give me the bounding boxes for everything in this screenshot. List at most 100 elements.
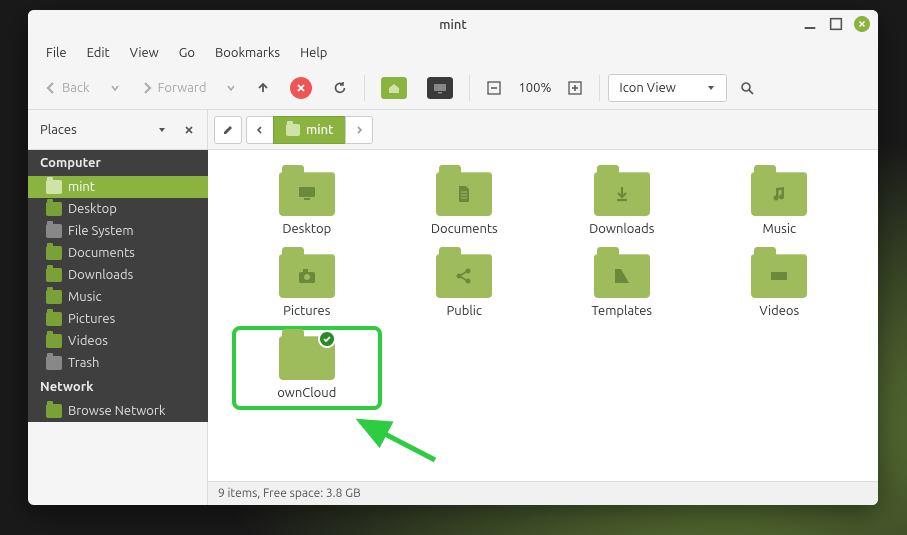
folder-grid[interactable]: Desktop Documents Downloads Music Pictures Pu… [208, 150, 878, 481]
main-pane: mint Desktop Documents Downloads Music Pictu… [208, 110, 878, 505]
folder-icon [46, 180, 62, 194]
view-mode-select[interactable]: Icon View [608, 74, 726, 102]
chevron-right-icon [354, 125, 364, 135]
folder-item[interactable]: Downloads [553, 168, 691, 240]
sidebar-header: Places [28, 110, 207, 150]
menubar: File Edit View Go Bookmarks Help [28, 40, 878, 66]
sidebar-item-label: Videos [68, 334, 108, 348]
folder-item[interactable]: Templates [553, 250, 691, 322]
sidebar-item[interactable]: Videos [28, 330, 208, 352]
folder-item[interactable]: Documents [396, 168, 534, 240]
menu-bookmarks[interactable]: Bookmarks [207, 43, 288, 63]
chevron-down-icon [706, 83, 716, 93]
view-mode-label: Icon View [619, 81, 675, 95]
sidebar-item-label: File System [68, 224, 134, 238]
folder-icon [279, 172, 335, 216]
separator [469, 75, 470, 101]
zoom-level[interactable]: 100% [514, 81, 555, 95]
pathbar-prev-button[interactable] [246, 116, 274, 144]
sidebar-item[interactable]: Browse Network [28, 400, 208, 422]
folder-icon [594, 172, 650, 216]
folder-item[interactable]: Videos [711, 250, 849, 322]
menu-help[interactable]: Help [292, 43, 335, 63]
home-folder-icon [381, 77, 407, 99]
sidebar-item-label: Music [68, 290, 102, 304]
menu-go[interactable]: Go [171, 43, 203, 63]
folder-label: Pictures [283, 304, 330, 318]
back-history-button[interactable] [102, 79, 128, 97]
sidebar-item-label: Trash [68, 356, 99, 370]
sidebar-group-title: Computer [28, 150, 208, 176]
menu-view[interactable]: View [122, 43, 167, 63]
sidebar-item[interactable]: Desktop [28, 198, 208, 220]
chevron-down-icon[interactable] [157, 125, 167, 135]
breadcrumb-label: mint [306, 123, 333, 137]
sidebar-item[interactable]: Pictures [28, 308, 208, 330]
sidebar-item[interactable]: Music [28, 286, 208, 308]
sidebar-item-label: Desktop [68, 202, 117, 216]
folder-icon [46, 224, 62, 238]
folder-icon [279, 254, 335, 298]
window-title: mint [439, 18, 466, 32]
sync-badge-icon [318, 330, 336, 348]
folder-item[interactable]: Public [396, 250, 534, 322]
file-manager-window: mint File Edit View Go Bookmarks Help Ba… [28, 10, 878, 505]
toolbar: Back Forward [28, 66, 878, 110]
folder-label: Videos [759, 304, 799, 318]
status-text: 9 items, Free space: 3.8 GB [218, 487, 361, 500]
back-button[interactable]: Back [36, 77, 98, 99]
minimize-button[interactable] [802, 16, 818, 32]
pathbar-edit-button[interactable] [214, 116, 242, 144]
folder-item[interactable]: ownCloud [238, 332, 376, 404]
stop-button[interactable] [282, 73, 320, 103]
forward-history-button[interactable] [218, 79, 244, 97]
menu-edit[interactable]: Edit [79, 43, 118, 63]
sidebar-item-label: Downloads [68, 268, 133, 282]
reload-button[interactable] [324, 76, 356, 100]
sidebar-item[interactable]: Trash [28, 352, 208, 374]
pathbar: mint [208, 110, 878, 150]
separator [599, 75, 600, 101]
chevron-down-icon [226, 83, 236, 93]
sidebar-item-label: Documents [68, 246, 135, 260]
zoom-out-button[interactable] [478, 76, 510, 100]
zoom-in-icon [567, 80, 583, 96]
forward-button[interactable]: Forward [132, 77, 215, 99]
home-button[interactable] [373, 73, 415, 103]
folder-label: Music [762, 222, 796, 236]
folder-icon [46, 334, 62, 348]
stop-icon [290, 77, 312, 99]
computer-button[interactable] [419, 73, 461, 103]
maximize-button[interactable] [828, 16, 844, 32]
close-sidebar-icon[interactable] [183, 124, 195, 136]
folder-item[interactable]: Pictures [238, 250, 376, 322]
folder-icon [46, 356, 62, 370]
home-folder-icon [286, 124, 300, 136]
sidebar-item-label: Browse Network [68, 404, 165, 418]
search-icon [739, 80, 755, 96]
folder-label: Public [447, 304, 482, 318]
folder-icon [46, 404, 62, 418]
up-button[interactable] [248, 77, 278, 99]
sidebar-item[interactable]: Downloads [28, 264, 208, 286]
folder-icon [46, 246, 62, 260]
sidebar-item[interactable]: File System [28, 220, 208, 242]
folder-icon [594, 254, 650, 298]
search-button[interactable] [731, 76, 763, 100]
folder-item[interactable]: Desktop [238, 168, 376, 240]
sidebar-item[interactable]: mint [28, 176, 208, 198]
arrow-left-icon [44, 81, 58, 95]
menu-file[interactable]: File [38, 43, 75, 63]
zoom-in-button[interactable] [559, 76, 591, 100]
folder-icon [46, 268, 62, 282]
sidebar-item[interactable]: Documents [28, 242, 208, 264]
close-button[interactable] [854, 16, 870, 32]
folder-item[interactable]: Music [711, 168, 849, 240]
computer-icon [427, 77, 453, 99]
sidebar-item-label: Pictures [68, 312, 115, 326]
pencil-icon [221, 123, 235, 137]
pathbar-next-button[interactable] [345, 116, 373, 144]
back-label: Back [62, 81, 90, 95]
breadcrumb-current[interactable]: mint [273, 116, 346, 144]
folder-icon [436, 254, 492, 298]
